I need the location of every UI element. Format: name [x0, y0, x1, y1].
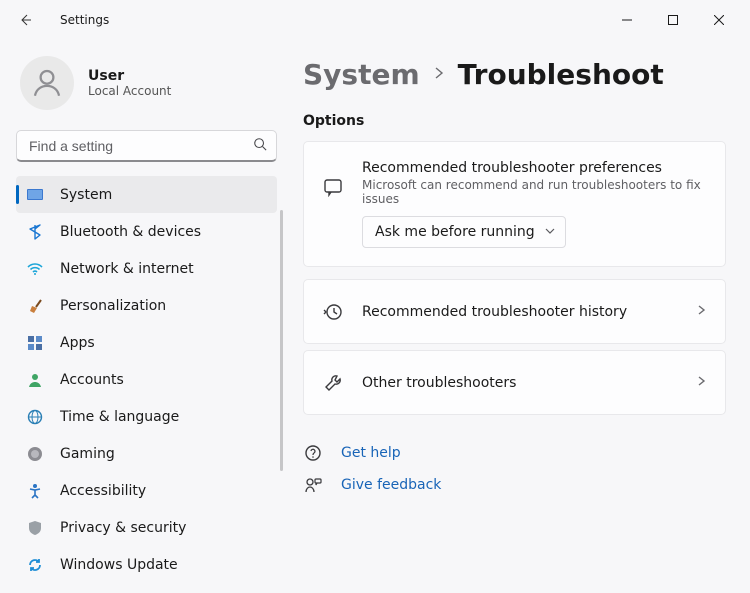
sidebar-item-label: Gaming	[60, 446, 115, 462]
back-button[interactable]	[8, 2, 44, 38]
sidebar-item-label: System	[60, 187, 112, 203]
minimize-icon	[622, 15, 632, 25]
bluetooth-icon	[26, 223, 44, 241]
feedback-icon	[303, 475, 323, 495]
sidebar-item-gaming[interactable]: Gaming	[16, 435, 277, 472]
breadcrumb-root[interactable]: System	[303, 58, 420, 91]
sidebar-scrollbar-thumb[interactable]	[280, 210, 283, 471]
sidebar-item-label: Privacy & security	[60, 520, 186, 536]
sidebar-item-accessibility[interactable]: Accessibility	[16, 472, 277, 509]
sidebar-item-label: Bluetooth & devices	[60, 224, 201, 240]
shield-icon	[26, 519, 44, 537]
give-feedback-link[interactable]: Give feedback	[341, 477, 441, 493]
sidebar-item-apps[interactable]: Apps	[16, 324, 277, 361]
pref-card-title: Recommended troubleshooter preferences	[362, 160, 707, 176]
sidebar-item-accounts[interactable]: Accounts	[16, 361, 277, 398]
other-troubleshooters-card[interactable]: Other troubleshooters	[303, 350, 726, 415]
sidebar-item-label: Personalization	[60, 298, 166, 314]
get-help-link[interactable]: Get help	[341, 445, 401, 461]
maximize-icon	[668, 15, 678, 25]
breadcrumb: System Troubleshoot	[303, 58, 726, 91]
accessibility-icon	[26, 482, 44, 500]
chevron-down-icon	[545, 224, 555, 240]
wrench-icon	[322, 372, 344, 394]
update-icon	[26, 556, 44, 574]
sidebar-item-personalization[interactable]: Personalization	[16, 287, 277, 324]
sidebar-item-network[interactable]: Network & internet	[16, 250, 277, 287]
person-icon	[26, 371, 44, 389]
brush-icon	[26, 297, 44, 315]
apps-icon	[26, 334, 44, 352]
main-content: System Troubleshoot Options Recommended …	[285, 40, 750, 593]
maximize-button[interactable]	[650, 4, 696, 36]
titlebar: Settings	[0, 0, 750, 40]
avatar-icon	[30, 66, 64, 100]
user-subtitle: Local Account	[88, 84, 171, 98]
sidebar: User Local Account System Bluetooth & de…	[0, 40, 285, 593]
history-card[interactable]: Recommended troubleshooter history	[303, 279, 726, 344]
sidebar-item-label: Time & language	[60, 409, 179, 425]
recommended-preferences-card: Recommended troubleshooter preferences M…	[303, 141, 726, 267]
display-icon	[26, 186, 44, 204]
section-heading-options: Options	[303, 113, 726, 129]
sidebar-item-bluetooth[interactable]: Bluetooth & devices	[16, 213, 277, 250]
sidebar-item-label: Apps	[60, 335, 95, 351]
sidebar-item-system[interactable]: System	[16, 176, 277, 213]
chat-icon	[322, 176, 344, 198]
gaming-icon	[26, 445, 44, 463]
sidebar-scrollbar[interactable]	[280, 210, 283, 583]
chevron-right-icon	[695, 304, 707, 320]
sidebar-item-label: Accounts	[60, 372, 124, 388]
get-help-row: Get help	[303, 437, 726, 469]
sidebar-item-label: Network & internet	[60, 261, 194, 277]
pref-card-subtitle: Microsoft can recommend and run troubles…	[362, 178, 707, 206]
sidebar-item-label: Accessibility	[60, 483, 146, 499]
help-icon	[303, 443, 323, 463]
chevron-right-icon	[695, 375, 707, 391]
user-block[interactable]: User Local Account	[16, 50, 277, 130]
window-controls	[604, 4, 742, 36]
chevron-right-icon	[432, 66, 446, 84]
wifi-icon	[26, 260, 44, 278]
sidebar-nav: System Bluetooth & devices Network & int…	[16, 176, 277, 583]
back-arrow-icon	[18, 12, 34, 28]
sidebar-item-time-language[interactable]: Time & language	[16, 398, 277, 435]
minimize-button[interactable]	[604, 4, 650, 36]
close-button[interactable]	[696, 4, 742, 36]
feedback-row: Give feedback	[303, 469, 726, 501]
history-card-title: Recommended troubleshooter history	[362, 304, 677, 320]
window-title: Settings	[60, 13, 109, 27]
user-name: User	[88, 68, 171, 84]
avatar	[20, 56, 74, 110]
sidebar-item-privacy[interactable]: Privacy & security	[16, 509, 277, 546]
search-input[interactable]	[16, 130, 277, 162]
pref-dropdown[interactable]: Ask me before running	[362, 216, 566, 248]
history-icon	[322, 301, 344, 323]
search-wrap	[16, 130, 277, 162]
other-card-title: Other troubleshooters	[362, 375, 677, 391]
sidebar-item-label: Windows Update	[60, 557, 178, 573]
globe-icon	[26, 408, 44, 426]
pref-dropdown-value: Ask me before running	[375, 224, 535, 240]
breadcrumb-current: Troubleshoot	[458, 58, 664, 91]
close-icon	[714, 15, 724, 25]
sidebar-item-windows-update[interactable]: Windows Update	[16, 546, 277, 583]
